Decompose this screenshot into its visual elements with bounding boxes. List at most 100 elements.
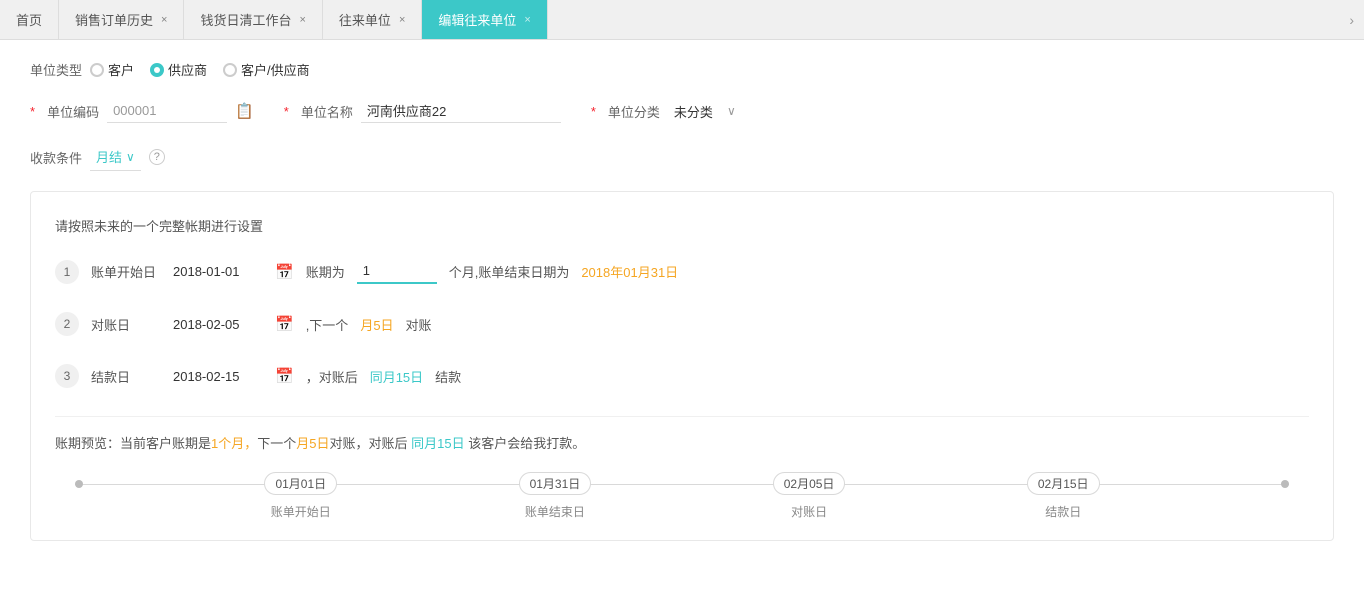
radio-supplier-circle [150,63,164,77]
unit-name-field: * 单位名称 [284,99,561,123]
tab-cashflow-close[interactable]: × [299,14,305,26]
unit-name-input[interactable] [361,99,561,123]
unit-code-required: * [30,104,35,119]
row-cal-1[interactable]: 📅 [275,263,294,281]
tab-sales-history[interactable]: 销售订单历史 × [59,0,184,39]
config-row-2: 2 对账日 2018-02-05 📅 ,下一个月5日对账 [55,312,1309,336]
unit-type-row: 单位类型 客户 供应商 客户/供应商 [30,60,1334,79]
timeline-pill-1: 01月01日 [264,472,337,495]
unit-code-input[interactable] [107,99,227,123]
tab-cashflow[interactable]: 钱货日清工作台 × [184,0,322,39]
unit-code-field: * 单位编码 📋 [30,99,254,123]
timeline-node-4: 02月15日 结款日 [1027,472,1100,520]
unit-code-icon[interactable]: 📋 [235,102,254,120]
tab-home-label: 首页 [16,10,42,29]
preview-prefix: 账期预览：当前客户账期是 [55,436,211,451]
radio-supplier[interactable]: 供应商 [150,60,207,79]
tab-edit-partner[interactable]: 编辑往来单位 × [422,0,547,39]
unit-type-label: 单位类型 [30,60,82,79]
timeline-left-dot [75,480,83,488]
radio-both[interactable]: 客户/供应商 [223,60,310,79]
row-label-2: 对账日 [91,315,161,334]
tab-partners-label: 往来单位 [339,10,391,29]
timeline-label-2: 账单结束日 [525,503,585,520]
row-period-unit: 个月,账单结束日期为 [449,262,570,281]
row-desc-2-highlight: 月5日 [360,315,393,334]
radio-customer-circle [90,63,104,77]
radio-both-circle [223,63,237,77]
preview-text: 账期预览：当前客户账期是1个月，下一个月5日对账，对账后 同月15日 该客户会给… [55,433,1309,452]
tab-bar: 首页 销售订单历史 × 钱货日清工作台 × 往来单位 × 编辑往来单位 × › [0,0,1364,40]
tab-partners-close[interactable]: × [399,14,405,26]
row-cal-3[interactable]: 📅 [275,367,294,385]
timeline-end-dot [1281,480,1289,488]
period-end-date: 2018年01月31日 [581,262,678,281]
code-name-category-row: * 单位编码 📋 * 单位名称 * 单位分类 未分类 ∨ [30,99,1334,123]
tab-cashflow-label: 钱货日清工作台 [200,10,291,29]
payment-terms-select[interactable]: 月结 ∨ [90,143,141,171]
timeline-node-1: 01月01日 账单开始日 [264,472,337,520]
timeline-label-4: 结款日 [1045,503,1081,520]
row-label-3: 结款日 [91,367,161,386]
row-desc-2-suffix: 对账 [406,315,432,334]
unit-name-label: 单位名称 [301,102,353,121]
help-icon[interactable]: ? [149,149,165,165]
payment-terms-label: 收款条件 [30,148,82,167]
tab-edit-partner-close[interactable]: × [524,14,530,26]
preview-m2: 对账，对账后 [330,436,408,451]
section-instruction: 请按照未来的一个完整帐期进行设置 [55,216,1309,235]
unit-code-label: 单位编码 [47,102,99,121]
unit-category-label: 单位分类 [608,102,660,121]
payment-terms-field: 收款条件 月结 ∨ ? [30,143,165,171]
timeline-pill-4: 02月15日 [1027,472,1100,495]
unit-category-required: * [591,104,596,119]
main-content: 单位类型 客户 供应商 客户/供应商 * 单位编码 [0,40,1364,608]
preview-h1: 1个月， [211,436,257,451]
row-date-2: 2018-02-05 [173,317,263,332]
payment-terms-row: 收款条件 月结 ∨ ? [30,143,1334,171]
timeline-node-2: 01月31日 账单结束日 [519,472,592,520]
tab-sales-history-label: 销售订单历史 [75,10,153,29]
preview-h2: 月5日 [296,436,329,451]
preview-suffix: 该客户会给我打款。 [468,436,585,451]
radio-supplier-label: 供应商 [168,60,207,79]
payment-terms-value: 月结 [96,147,122,166]
row-date-3: 2018-02-15 [173,369,263,384]
timeline: 01月01日 账单开始日 01月31日 账单结束日 02月05日 对账日 [75,472,1289,520]
unit-category-dropdown-icon[interactable]: ∨ [727,104,736,118]
radio-customer[interactable]: 客户 [90,60,134,79]
preview-m1: 下一个 [257,436,296,451]
tab-scroll-arrow[interactable]: › [1339,12,1364,28]
row-desc-3-prefix: ，对账后 [306,367,358,386]
row-num-2: 2 [55,312,79,336]
unit-type-field: 单位类型 客户 供应商 客户/供应商 [30,60,310,79]
timeline-start-dot [75,480,83,488]
timeline-label-1: 账单开始日 [271,503,331,520]
period-months-input[interactable] [357,259,437,284]
row-date-1: 2018-01-01 [173,264,263,279]
preview-section: 账期预览：当前客户账期是1个月，下一个月5日对账，对账后 同月15日 该客户会给… [55,416,1309,520]
timeline-node-3: 02月05日 对账日 [773,472,846,520]
radio-both-label: 客户/供应商 [241,60,310,79]
config-row-1: 1 账单开始日 2018-01-01 📅 账期为 个月,账单结束日期为 2018… [55,259,1309,284]
row-desc-3-highlight: 同月15日 [370,367,423,386]
payment-terms-dropdown-icon: ∨ [126,150,135,164]
tab-home[interactable]: 首页 [0,0,59,39]
config-row-3: 3 结款日 2018-02-15 📅 ，对账后同月15日结款 [55,364,1309,388]
radio-customer-label: 客户 [108,60,134,79]
tab-edit-partner-label: 编辑往来单位 [438,10,516,29]
timeline-label-3: 对账日 [791,503,827,520]
row-desc-2-prefix: ,下一个 [306,315,349,334]
timeline-pill-3: 02月05日 [773,472,846,495]
tab-partners[interactable]: 往来单位 × [323,0,422,39]
tab-sales-history-close[interactable]: × [161,14,167,26]
preview-h3: 同月15日 [411,436,464,451]
row-desc-3-suffix: 结款 [435,367,461,386]
row-cal-2[interactable]: 📅 [275,315,294,333]
row-label-1: 账单开始日 [91,262,161,281]
timeline-pill-2: 01月31日 [519,472,592,495]
timeline-wrapper: 01月01日 账单开始日 01月31日 账单结束日 02月05日 对账日 [55,472,1309,520]
row-num-3: 3 [55,364,79,388]
radio-group: 客户 供应商 客户/供应商 [90,60,310,79]
row-period-label: 账期为 [306,262,345,281]
